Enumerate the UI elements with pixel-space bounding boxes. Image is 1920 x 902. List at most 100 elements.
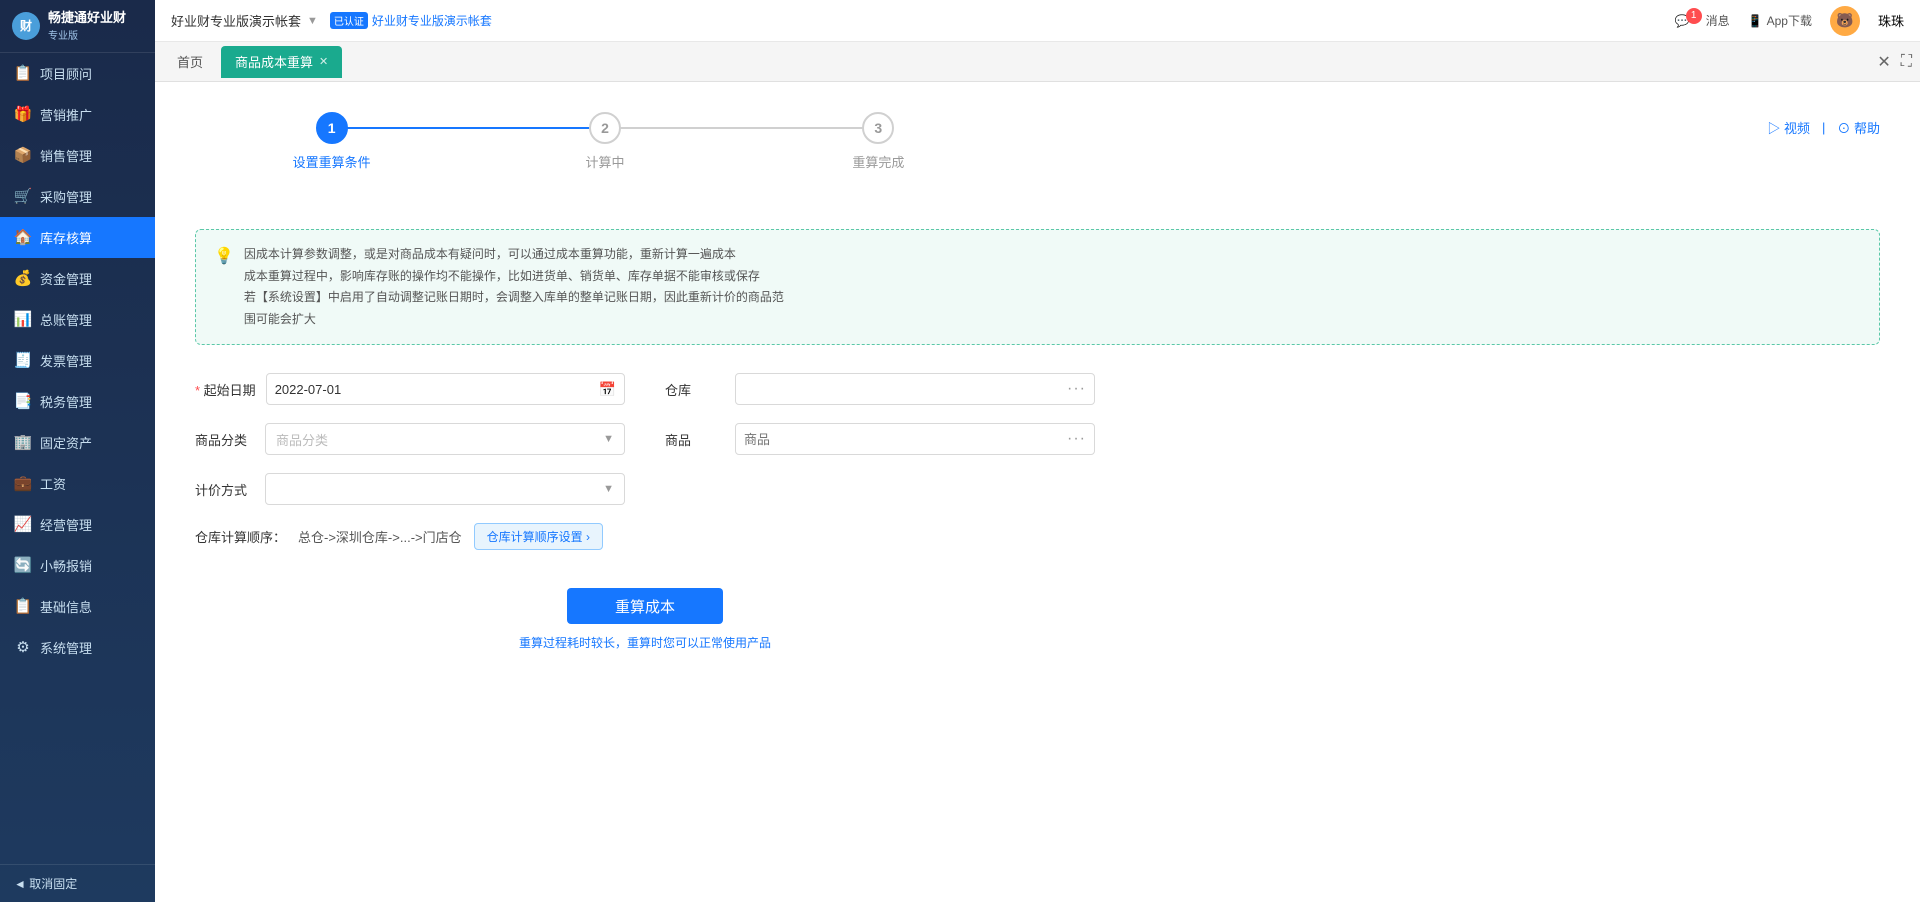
pricing-select[interactable]: ▼ — [265, 473, 625, 505]
step-2-line — [605, 127, 878, 129]
sidebar-item-project[interactable]: 📋 项目顾问 — [0, 53, 155, 94]
help-btn[interactable]: ⊙ 帮助 — [1837, 118, 1880, 137]
user-avatar[interactable]: 🐻 — [1830, 6, 1860, 36]
app-download-label: App下载 — [1767, 12, 1812, 29]
bottom-actions: 重算成本 重算过程耗时较长，重算时您可以正常使用产品 — [195, 588, 1095, 651]
sidebar-unpin[interactable]: ◄ 取消固定 — [0, 864, 155, 902]
sidebar-item-payroll[interactable]: 💼 工资 — [0, 463, 155, 504]
goods-more-icon[interactable]: ··· — [1067, 430, 1086, 448]
sidebar-item-label: 总账管理 — [40, 310, 92, 329]
account-name: 好业财专业版演示帐套 — [171, 11, 301, 30]
message-button[interactable]: 💬 1 消息 — [1675, 12, 1730, 29]
video-btn[interactable]: ▷ 视频 — [1767, 118, 1810, 137]
avatar-image: 🐻 — [1836, 12, 1853, 29]
tab-home-label: 首页 — [177, 52, 203, 71]
step-1-circle: 1 — [316, 112, 348, 144]
sidebar-item-label: 库存核算 — [40, 228, 92, 247]
step-3: 3 重算完成 — [742, 112, 1015, 171]
finance-icon: 💰 — [14, 269, 32, 287]
project-icon: 📋 — [14, 64, 32, 82]
category-row: 商品分类 商品分类 ▼ — [195, 423, 625, 455]
category-label: 商品分类 — [195, 430, 255, 449]
sidebar-nav: 📋 项目顾问 🎁 营销推广 📦 销售管理 🛒 采购管理 🏠 库存核算 💰 资金管… — [0, 53, 155, 864]
pricing-row: 计价方式 ▼ — [195, 473, 625, 505]
sidebar-item-marketing[interactable]: 🎁 营销推广 — [0, 94, 155, 135]
sidebar-item-accounting[interactable]: 📊 总账管理 — [0, 299, 155, 340]
step-2-circle: 2 — [589, 112, 621, 144]
sidebar-item-label: 项目顾问 — [40, 64, 92, 83]
purchase-icon: 🛒 — [14, 187, 32, 205]
sidebar-item-label: 工资 — [40, 474, 66, 493]
step-actions: ▷ 视频 | ⊙ 帮助 — [1767, 112, 1880, 137]
main-area: 好业财专业版演示帐套 ▼ 已认证 好业财专业版演示帐套 💬 1 消息 📱 App… — [155, 0, 1920, 902]
sidebar-item-inventory[interactable]: 🏠 库存核算 — [0, 217, 155, 258]
info-line-2: 成本重算过程中，影响库存账的操作均不能操作，比如进货单、销货单、库存单据不能审核… — [244, 266, 784, 288]
close-window-button[interactable]: ✕ — [1877, 52, 1890, 72]
info-line-4: 围可能会扩大 — [244, 309, 784, 331]
warehouse-input-wrapper[interactable]: ··· — [735, 373, 1095, 405]
assets-icon: 🏢 — [14, 433, 32, 451]
sidebar-item-label: 固定资产 — [40, 433, 92, 452]
start-date-input-wrapper[interactable]: 📅 — [266, 373, 625, 405]
step-1: 1 设置重算条件 — [195, 112, 468, 171]
sidebar-item-purchase[interactable]: 🛒 采购管理 — [0, 176, 155, 217]
sidebar-item-label: 销售管理 — [40, 146, 92, 165]
step-3-label: 重算完成 — [852, 152, 904, 171]
user-name: 珠珠 — [1878, 11, 1904, 30]
warehouse-more-icon[interactable]: ··· — [1067, 380, 1086, 398]
sales-icon: 📦 — [14, 146, 32, 164]
tabbar: 首页 商品成本重算 ✕ ✕ ⛶ — [155, 42, 1920, 82]
warehouse-input[interactable] — [744, 382, 1063, 397]
sidebar-item-expense[interactable]: 🔄 小畅报销 — [0, 545, 155, 586]
sidebar-item-basic[interactable]: 📋 基础信息 — [0, 586, 155, 627]
operation-icon: 📈 — [14, 515, 32, 533]
sidebar: 财 畅捷通好业财 专业版 📋 项目顾问 🎁 营销推广 📦 销售管理 🛒 采购管理… — [0, 0, 155, 902]
category-arrow-icon: ▼ — [603, 433, 614, 445]
warehouse-row: 仓库 ··· — [665, 373, 1095, 405]
warehouse-seq-row: 仓库计算顺序： 总仓->深圳仓库->...->门店仓 仓库计算顺序设置 › — [195, 523, 1095, 550]
sidebar-item-assets[interactable]: 🏢 固定资产 — [0, 422, 155, 463]
step-1-label: 设置重算条件 — [293, 152, 371, 171]
info-box: 💡 因成本计算参数调整，或是对商品成本有疑问时，可以通过成本重算功能，重新计算一… — [195, 229, 1880, 345]
start-date-input[interactable] — [275, 382, 595, 397]
step-2: 2 计算中 — [468, 112, 741, 171]
info-icon: 💡 — [214, 246, 234, 330]
sidebar-item-tax[interactable]: 📑 税务管理 — [0, 381, 155, 422]
window-controls: ✕ ⛶ — [1877, 52, 1912, 72]
pricing-label: 计价方式 — [195, 480, 255, 499]
expand-window-button[interactable]: ⛶ — [1901, 53, 1912, 71]
category-select[interactable]: 商品分类 ▼ — [265, 423, 625, 455]
calendar-icon[interactable]: 📅 — [599, 381, 616, 398]
tab-close-icon[interactable]: ✕ — [319, 55, 328, 68]
sidebar-item-label: 采购管理 — [40, 187, 92, 206]
sidebar-logo: 财 畅捷通好业财 专业版 — [0, 0, 155, 53]
goods-row: 商品 ··· — [665, 423, 1095, 455]
tab-recalc-label: 商品成本重算 — [235, 52, 313, 71]
sidebar-item-invoice[interactable]: 🧾 发票管理 — [0, 340, 155, 381]
tab-home[interactable]: 首页 — [163, 46, 217, 78]
recalc-button[interactable]: 重算成本 — [567, 588, 723, 624]
verified-account-name: 好业财专业版演示帐套 — [372, 12, 492, 29]
account-selector[interactable]: 好业财专业版演示帐套 ▼ — [171, 11, 318, 30]
invoice-icon: 🧾 — [14, 351, 32, 369]
verified-icon: 已认证 — [330, 12, 368, 29]
expense-icon: 🔄 — [14, 556, 32, 574]
goods-input[interactable] — [744, 432, 1063, 447]
app-download-button[interactable]: 📱 App下载 — [1748, 12, 1812, 29]
goods-input-wrapper[interactable]: ··· — [735, 423, 1095, 455]
form: 起始日期 📅 仓库 ··· 商品分类 商品分类 ▼ — [195, 373, 1095, 651]
goods-label: 商品 — [665, 430, 725, 449]
app-download-icon: 📱 — [1748, 14, 1763, 28]
payroll-icon: 💼 — [14, 474, 32, 492]
sidebar-item-system[interactable]: ⚙ 系统管理 — [0, 627, 155, 668]
message-badge: 1 — [1686, 8, 1702, 24]
tab-recalc[interactable]: 商品成本重算 ✕ — [221, 46, 342, 78]
sidebar-item-sales[interactable]: 📦 销售管理 — [0, 135, 155, 176]
warehouse-seq-btn[interactable]: 仓库计算顺序设置 › — [474, 523, 603, 550]
category-placeholder: 商品分类 — [276, 430, 328, 449]
sidebar-item-finance[interactable]: 💰 资金管理 — [0, 258, 155, 299]
pricing-arrow-icon: ▼ — [603, 483, 614, 495]
accounting-icon: 📊 — [14, 310, 32, 328]
inventory-icon: 🏠 — [14, 228, 32, 246]
sidebar-item-operation[interactable]: 📈 经营管理 — [0, 504, 155, 545]
